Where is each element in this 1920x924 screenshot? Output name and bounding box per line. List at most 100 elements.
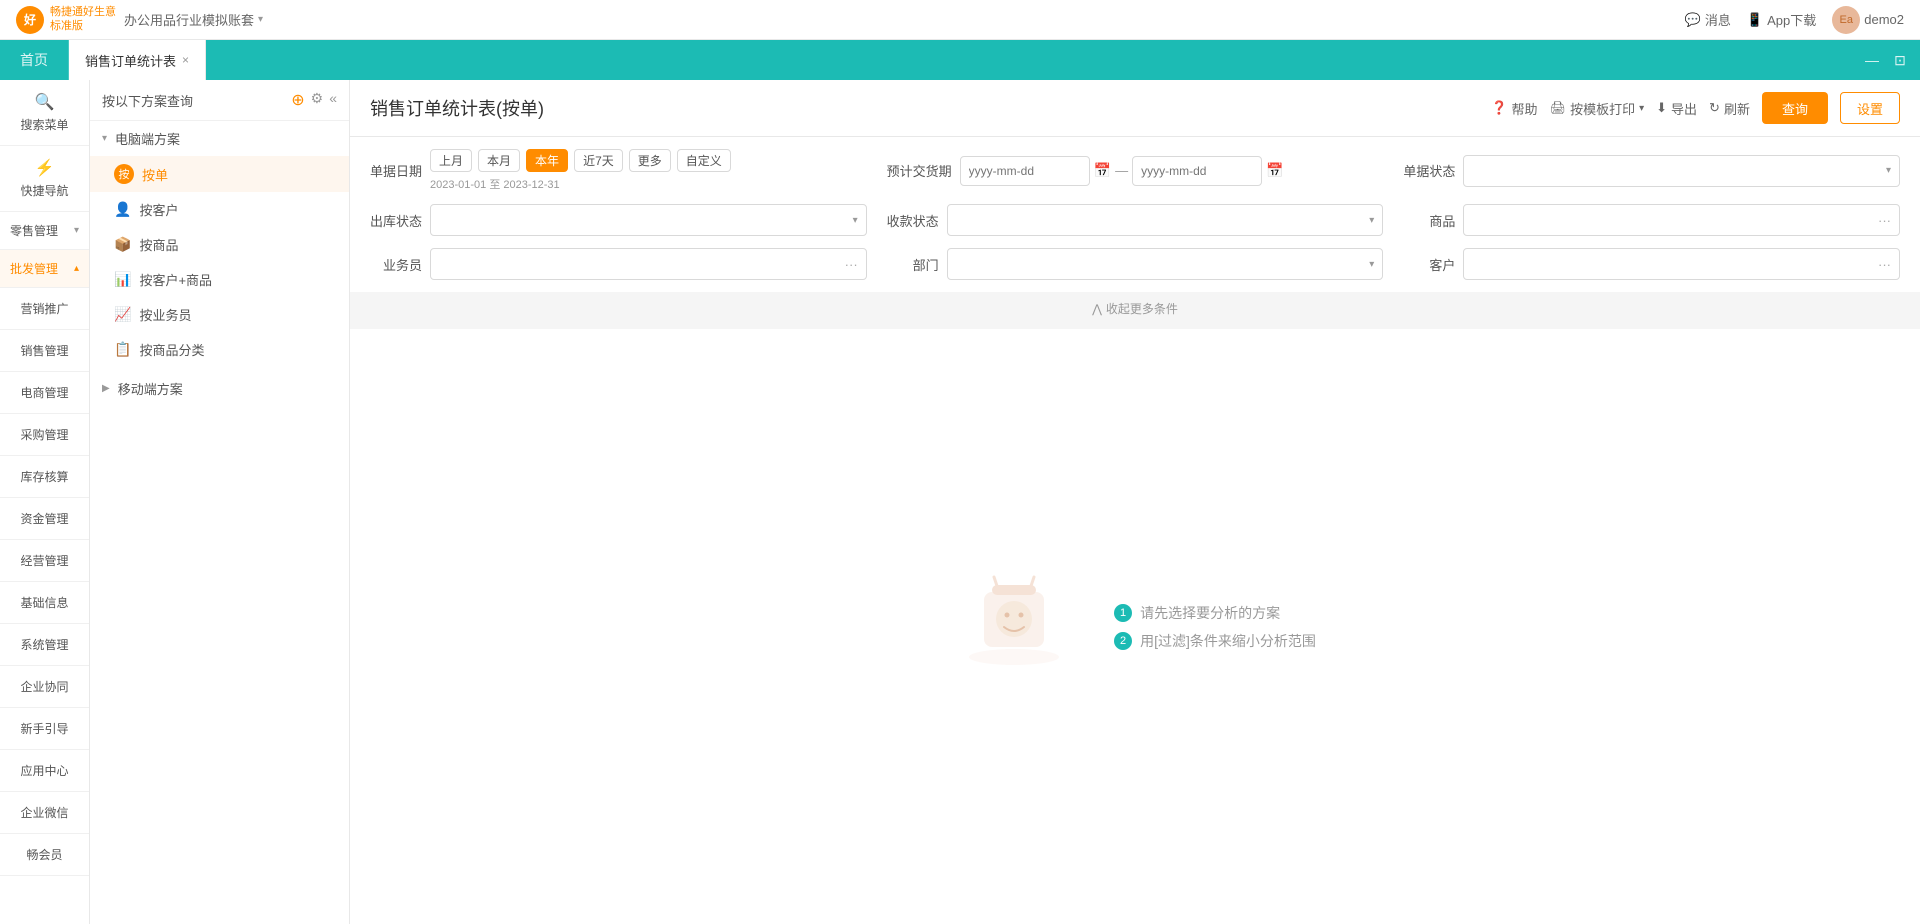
dept-col: 部门 ▾ [887, 248, 1384, 280]
refresh-button[interactable]: ↻ 刷新 [1709, 99, 1750, 118]
tab-close-icon[interactable]: × [182, 53, 189, 67]
sidebar-item-basic[interactable]: 基础信息 [0, 582, 89, 624]
sidebar-item-newbie[interactable]: 新手引导 [0, 708, 89, 750]
settings-icon[interactable]: ⚙ [311, 90, 324, 110]
pay-status-col: 收款状态 ▾ [887, 204, 1384, 236]
dept-label: 部门 [887, 255, 939, 274]
left-panel: 按以下方案查询 ⊕ ⚙ « ▾ 电脑端方案 按 按单 👤 按客户 [90, 80, 350, 924]
date-btn-custom[interactable]: 自定义 [677, 149, 731, 172]
message-button[interactable]: 💬 消息 [1685, 10, 1731, 29]
sidebar-item-enterprise[interactable]: 企业协同 [0, 666, 89, 708]
category-icon: 📋 [114, 341, 131, 358]
sidebar-item-sales[interactable]: 销售管理 [0, 330, 89, 372]
customer-select[interactable]: ··· [1463, 248, 1900, 280]
ship-chevron-icon: ▾ [853, 215, 858, 226]
quicknav-icon: ⚡ [35, 158, 55, 178]
filter-section: 单据日期 上月 本月 本年 近7天 更多 自定义 2023-01-01 至 20… [350, 137, 1920, 292]
sidebar-item-search[interactable]: 🔍 搜索菜单 [0, 80, 89, 146]
chevron-icon: ▾ [74, 225, 79, 236]
content-area: 按以下方案查询 ⊕ ⚙ « ▾ 电脑端方案 按 按单 👤 按客户 [90, 80, 1920, 924]
date-btn-last-month[interactable]: 上月 [430, 149, 472, 172]
expected-date-start-input[interactable] [960, 156, 1090, 186]
empty-state-content: 1 请先选择要分析的方案 2 用[过滤]条件来缩小分析范围 [954, 557, 1316, 696]
sidebar-item-wechat[interactable]: 企业微信 [0, 792, 89, 834]
ship-status-label: 出库状态 [370, 211, 422, 230]
sidebar-item-inventory[interactable]: 库存核算 [0, 456, 89, 498]
tree-item-by-product-category[interactable]: 📋 按商品分类 [90, 332, 349, 367]
main-layout: 🔍 搜索菜单 ⚡ 快捷导航 零售管理 ▾ 批发管理 ▴ 营销推广 销售管理 电商… [0, 80, 1920, 924]
logo-area: 好 畅捷通好生意 标准版 [16, 6, 116, 34]
sidebar-item-operations[interactable]: 经营管理 [0, 540, 89, 582]
collapse-more-conditions[interactable]: ⋀ 收起更多条件 [350, 292, 1920, 325]
date-btn-7days[interactable]: 近7天 [574, 149, 623, 172]
collapse-icon[interactable]: « [329, 90, 337, 110]
query-button[interactable]: 查询 [1762, 92, 1828, 124]
print-button[interactable]: 🖨 按模板打印 ▾ [1550, 99, 1645, 118]
active-indicator: 按 [114, 164, 134, 184]
salesperson-select[interactable]: ··· [430, 248, 867, 280]
expected-date-label: 预计交货期 [887, 161, 952, 180]
date-filter-col: 单据日期 上月 本月 本年 近7天 更多 自定义 2023-01-01 至 20… [370, 149, 867, 192]
tip-item-2: 2 用[过滤]条件来缩小分析范围 [1114, 627, 1316, 655]
breadcrumb: 办公用品行业模拟账套 ▾ [124, 10, 263, 29]
empty-illustration [954, 557, 1074, 696]
date-label: 单据日期 [370, 161, 422, 180]
cal-icon-end[interactable]: 📅 [1266, 162, 1283, 179]
sidebar-item-retail[interactable]: 零售管理 ▾ [0, 212, 89, 250]
empty-state: 1 请先选择要分析的方案 2 用[过滤]条件来缩小分析范围 [350, 329, 1920, 924]
refresh-icon: ↻ [1709, 100, 1720, 116]
pay-status-select[interactable]: ▾ [947, 204, 1384, 236]
maximize-button[interactable]: ⊡ [1888, 48, 1912, 72]
doc-status-chevron-icon: ▾ [1886, 165, 1891, 176]
product-label: 商品 [1403, 211, 1455, 230]
minimize-button[interactable]: — [1860, 48, 1884, 72]
date-btn-this-year[interactable]: 本年 [526, 149, 568, 172]
sidebar-item-purchase[interactable]: 采购管理 [0, 414, 89, 456]
pay-status-label: 收款状态 [887, 211, 939, 230]
app-download-button[interactable]: 📱 App下载 [1747, 10, 1816, 29]
customer-col: 客户 ··· [1403, 248, 1900, 280]
message-icon: 💬 [1685, 12, 1701, 28]
sidebar-item-apps[interactable]: 应用中心 [0, 750, 89, 792]
tree-item-mobile-solutions[interactable]: ▶ 移动端方案 [90, 371, 349, 406]
product-select[interactable]: ··· [1463, 204, 1900, 236]
sidebar-item-quicknav[interactable]: ⚡ 快捷导航 [0, 146, 89, 212]
sidebar-item-ecommerce[interactable]: 电商管理 [0, 372, 89, 414]
tree-item-by-salesperson[interactable]: 📈 按业务员 [90, 297, 349, 332]
help-button[interactable]: ❓ 帮助 [1491, 99, 1537, 118]
tree-item-by-customer-product[interactable]: 📊 按客户+商品 [90, 262, 349, 297]
sidebar-item-marketing[interactable]: 营销推广 [0, 288, 89, 330]
help-icon: ❓ [1491, 100, 1507, 116]
export-button[interactable]: ⬇ 导出 [1656, 99, 1697, 118]
chevron-down-icon: ▾ [102, 133, 107, 144]
tree-item-pc-solutions[interactable]: ▾ 电脑端方案 [90, 121, 349, 156]
chevron-up-icon: ▴ [74, 263, 79, 274]
tree-item-by-customer[interactable]: 👤 按客户 [90, 192, 349, 227]
dept-select[interactable]: ▾ [947, 248, 1384, 280]
add-icon[interactable]: ⊕ [291, 90, 304, 110]
settings-button[interactable]: 设置 [1840, 92, 1900, 124]
salesperson-icon: 📈 [114, 306, 131, 323]
user-menu[interactable]: Ea demo2 [1832, 6, 1904, 34]
tab-sales-order[interactable]: 销售订单统计表 × [69, 40, 206, 80]
customer-icon: 👤 [114, 201, 131, 218]
sidebar-item-system[interactable]: 系统管理 [0, 624, 89, 666]
expected-date-end-input[interactable] [1132, 156, 1262, 186]
chevron-right-icon: ▶ [102, 383, 110, 394]
left-panel-header-left: 按以下方案查询 [102, 91, 193, 110]
tree-item-by-order[interactable]: 按 按单 [90, 156, 349, 192]
tree-item-by-product[interactable]: 📦 按商品 [90, 227, 349, 262]
sidebar-item-wholesale[interactable]: 批发管理 ▴ [0, 250, 89, 288]
left-panel-header: 按以下方案查询 ⊕ ⚙ « [90, 80, 349, 121]
tab-home[interactable]: 首页 [0, 40, 69, 80]
print-icon: 🖨 [1550, 100, 1567, 116]
doc-status-select[interactable]: ▾ [1463, 155, 1900, 187]
expected-date-col: 预计交货期 📅 — 📅 [887, 156, 1384, 186]
date-btn-this-month[interactable]: 本月 [478, 149, 520, 172]
sidebar-item-member[interactable]: 畅会员 [0, 834, 89, 876]
date-btn-more[interactable]: 更多 [629, 149, 671, 172]
sidebar-item-finance[interactable]: 资金管理 [0, 498, 89, 540]
breadcrumb-chevron-icon[interactable]: ▾ [258, 14, 263, 25]
ship-status-select[interactable]: ▾ [430, 204, 867, 236]
cal-icon-start[interactable]: 📅 [1094, 162, 1111, 179]
